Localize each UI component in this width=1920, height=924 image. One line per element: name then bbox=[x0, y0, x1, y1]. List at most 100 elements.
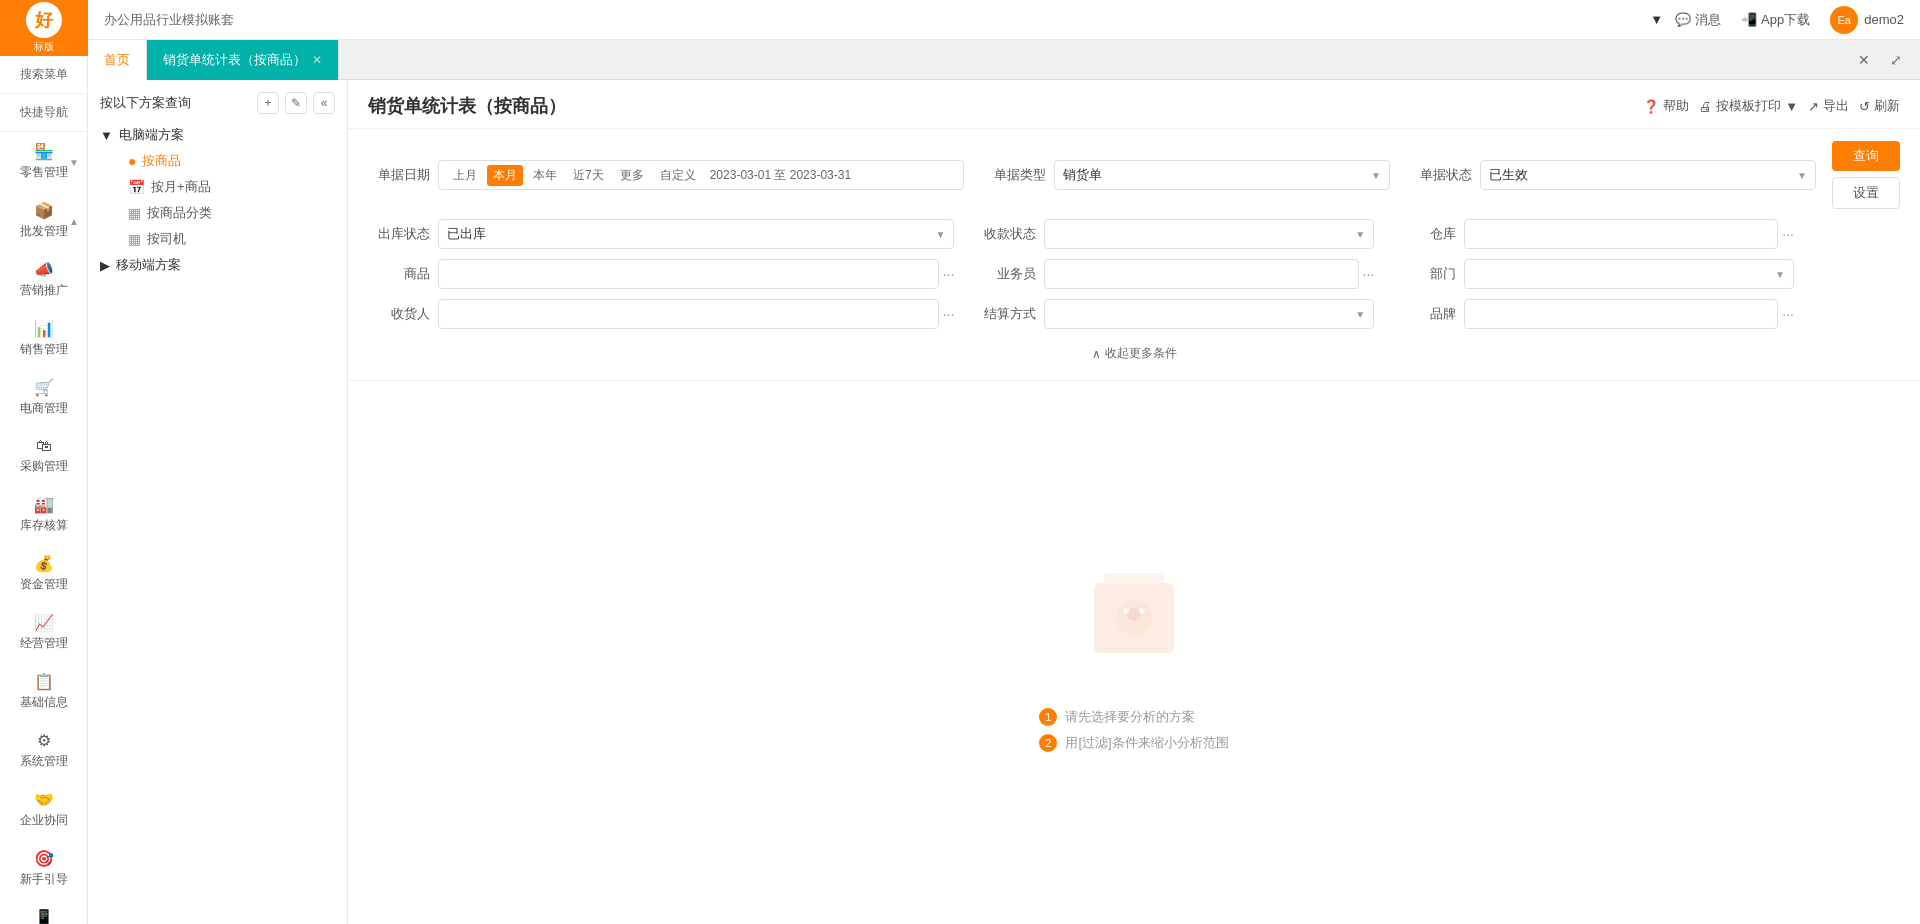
goods-input[interactable] bbox=[438, 259, 939, 289]
date-tab-this-year[interactable]: 本年 bbox=[527, 165, 563, 186]
tab-close-window[interactable]: ✕ bbox=[1852, 48, 1876, 72]
staff-dots[interactable]: ··· bbox=[1363, 266, 1375, 282]
tabs-bar: 首页 销货单统计表（按商品） ✕ ✕ ⤢ bbox=[88, 40, 1920, 80]
type-select[interactable]: 销货单 ▼ bbox=[1054, 160, 1390, 190]
dept-label: 部门 bbox=[1394, 265, 1464, 283]
recv-arrow: ▼ bbox=[1355, 229, 1365, 240]
sidebar-item-label: 销售管理 bbox=[20, 341, 68, 358]
collapse-up-icon: ∧ bbox=[1092, 347, 1101, 361]
tree-item-label: 按月+商品 bbox=[151, 178, 211, 196]
help-link[interactable]: ❓ 帮助 bbox=[1643, 97, 1689, 115]
dept-select[interactable]: ▼ bbox=[1464, 259, 1794, 289]
status-arrow: ▼ bbox=[1797, 170, 1807, 181]
staff-control: ··· bbox=[1044, 259, 1374, 289]
tree-item-by-month-goods[interactable]: 📅 按月+商品 bbox=[88, 174, 347, 200]
query-button[interactable]: 查询 bbox=[1832, 141, 1900, 171]
filter-row-1: 单据日期 上月 本月 本年 近7天 更多 自定义 2023-03-01 至 20… bbox=[368, 141, 1900, 209]
sidebar-item-basic[interactable]: 📋 基础信息 bbox=[0, 662, 87, 721]
out-arrow: ▼ bbox=[935, 229, 945, 240]
tab-home[interactable]: 首页 bbox=[88, 40, 147, 80]
svg-point-4 bbox=[1139, 608, 1145, 614]
brand-dots[interactable]: ··· bbox=[1782, 306, 1794, 322]
empty-step-1: 1 请先选择要分析的方案 bbox=[1039, 708, 1228, 726]
payment-select[interactable]: ▼ bbox=[1044, 299, 1374, 329]
filter-btns: 查询 设置 bbox=[1832, 141, 1900, 209]
filter-row-3: 商品 ··· 业务员 ··· 部门 bbox=[368, 259, 1900, 289]
sidebar-item-wholesale[interactable]: 📦 批发管理 ▲ bbox=[0, 191, 87, 250]
sidebar-item-guide[interactable]: 🎯 新手引导 bbox=[0, 839, 87, 898]
sidebar-item-apps[interactable]: 📱 应用中心 bbox=[0, 898, 87, 924]
sidebar-quick[interactable]: 快捷导航 bbox=[0, 94, 87, 132]
receiver-dots[interactable]: ··· bbox=[943, 306, 955, 322]
page-header: 销货单统计表（按商品） ❓ 帮助 🖨 按模板打印 ▼ ↗ 导出 bbox=[348, 80, 1920, 129]
filter-area: 单据日期 上月 本月 本年 近7天 更多 自定义 2023-03-01 至 20… bbox=[348, 129, 1920, 381]
date-label: 单据日期 bbox=[368, 166, 438, 184]
sidebar-item-label: 营销推广 bbox=[20, 282, 68, 299]
sidebar-item-inventory[interactable]: 🏭 库存核算 bbox=[0, 485, 87, 544]
tree-item-by-goods[interactable]: ● 按商品 bbox=[88, 148, 347, 174]
sidebar-item-label: 库存核算 bbox=[20, 517, 68, 534]
topbar-msg[interactable]: 💬 消息 bbox=[1675, 11, 1721, 29]
tab-sales-stat[interactable]: 销货单统计表（按商品） ✕ bbox=[147, 40, 339, 80]
setting-button[interactable]: 设置 bbox=[1832, 177, 1900, 209]
grid-icon: ▦ bbox=[128, 205, 141, 221]
warehouse-control: ··· bbox=[1464, 219, 1794, 249]
type-value: 销货单 bbox=[1063, 166, 1102, 184]
export-icon: ↗ bbox=[1808, 99, 1819, 114]
collapse-row[interactable]: ∧ 收起更多条件 bbox=[368, 339, 1900, 368]
edit-scheme-btn[interactable]: ✎ bbox=[285, 92, 307, 114]
retail-arrow: ▼ bbox=[69, 156, 79, 167]
refresh-link[interactable]: ↺ 刷新 bbox=[1859, 97, 1900, 115]
tree-group-mobile[interactable]: ▶ 移动端方案 bbox=[88, 252, 347, 278]
recv-label: 收款状态 bbox=[974, 225, 1044, 243]
refresh-icon: ↺ bbox=[1859, 99, 1870, 114]
staff-label: 业务员 bbox=[974, 265, 1044, 283]
recv-select[interactable]: ▼ bbox=[1044, 219, 1374, 249]
tree-item-by-driver[interactable]: ▦ 按司机 bbox=[88, 226, 347, 252]
print-link[interactable]: 🖨 按模板打印 ▼ bbox=[1699, 97, 1798, 115]
dept-control: ▼ bbox=[1464, 259, 1794, 289]
date-tab-more[interactable]: 更多 bbox=[614, 165, 650, 186]
sidebar-item-retail[interactable]: 🏪 零售管理 ▼ bbox=[0, 132, 87, 191]
warehouse-dots[interactable]: ··· bbox=[1782, 226, 1794, 242]
sidebar-item-label: 零售管理 bbox=[20, 164, 68, 181]
collapse-left-btn[interactable]: « bbox=[313, 92, 335, 114]
add-scheme-btn[interactable]: + bbox=[257, 92, 279, 114]
topbar-dropdown[interactable]: ▼ bbox=[1650, 12, 1663, 27]
sidebar-item-ecommerce[interactable]: 🛒 电商管理 bbox=[0, 368, 87, 427]
export-link[interactable]: ↗ 导出 bbox=[1808, 97, 1849, 115]
sidebar-item-marketing[interactable]: 📣 营销推广 bbox=[0, 250, 87, 309]
sidebar-item-label: 经营管理 bbox=[20, 635, 68, 652]
brand-input[interactable] bbox=[1464, 299, 1778, 329]
goods-dots[interactable]: ··· bbox=[943, 266, 955, 282]
date-tab-7days[interactable]: 近7天 bbox=[567, 165, 610, 186]
topbar-app[interactable]: 📲 App下载 bbox=[1741, 11, 1810, 29]
sidebar-item-purchase[interactable]: 🛍 采购管理 bbox=[0, 427, 87, 485]
sidebar-search[interactable]: 搜索菜单 bbox=[0, 56, 87, 94]
sidebar-item-system[interactable]: ⚙ 系统管理 bbox=[0, 721, 87, 780]
date-tab-this-month[interactable]: 本月 bbox=[487, 165, 523, 186]
warehouse-input[interactable] bbox=[1464, 219, 1778, 249]
tree-item-by-category[interactable]: ▦ 按商品分类 bbox=[88, 200, 347, 226]
sidebar-item-sales[interactable]: 📊 销售管理 bbox=[0, 309, 87, 368]
status-select[interactable]: 已生效 ▼ bbox=[1480, 160, 1816, 190]
date-tab-last-month[interactable]: 上月 bbox=[447, 165, 483, 186]
receiver-label: 收货人 bbox=[368, 305, 438, 323]
tab-close-icon[interactable]: ✕ bbox=[312, 53, 322, 67]
sidebar-item-management[interactable]: 📈 经营管理 bbox=[0, 603, 87, 662]
purchase-icon: 🛍 bbox=[36, 437, 52, 455]
date-tab-custom[interactable]: 自定义 bbox=[654, 165, 702, 186]
out-select[interactable]: 已出库 ▼ bbox=[438, 219, 954, 249]
dot-icon: ● bbox=[128, 153, 136, 169]
receiver-input[interactable] bbox=[438, 299, 939, 329]
payment-control: ▼ bbox=[1044, 299, 1374, 329]
sidebar-item-collab[interactable]: 🤝 企业协同 bbox=[0, 780, 87, 839]
filter-row-2: 出库状态 已出库 ▼ 收款状态 ▼ bbox=[368, 219, 1900, 249]
sidebar-item-finance[interactable]: 💰 资金管理 bbox=[0, 544, 87, 603]
basic-icon: 📋 bbox=[34, 672, 54, 691]
tree-group-pc[interactable]: ▼ 电脑端方案 bbox=[88, 122, 347, 148]
type-control: 销货单 ▼ bbox=[1054, 160, 1390, 190]
tab-expand[interactable]: ⤢ bbox=[1884, 48, 1908, 72]
staff-input[interactable] bbox=[1044, 259, 1358, 289]
topbar-user[interactable]: Ea demo2 bbox=[1830, 6, 1904, 34]
